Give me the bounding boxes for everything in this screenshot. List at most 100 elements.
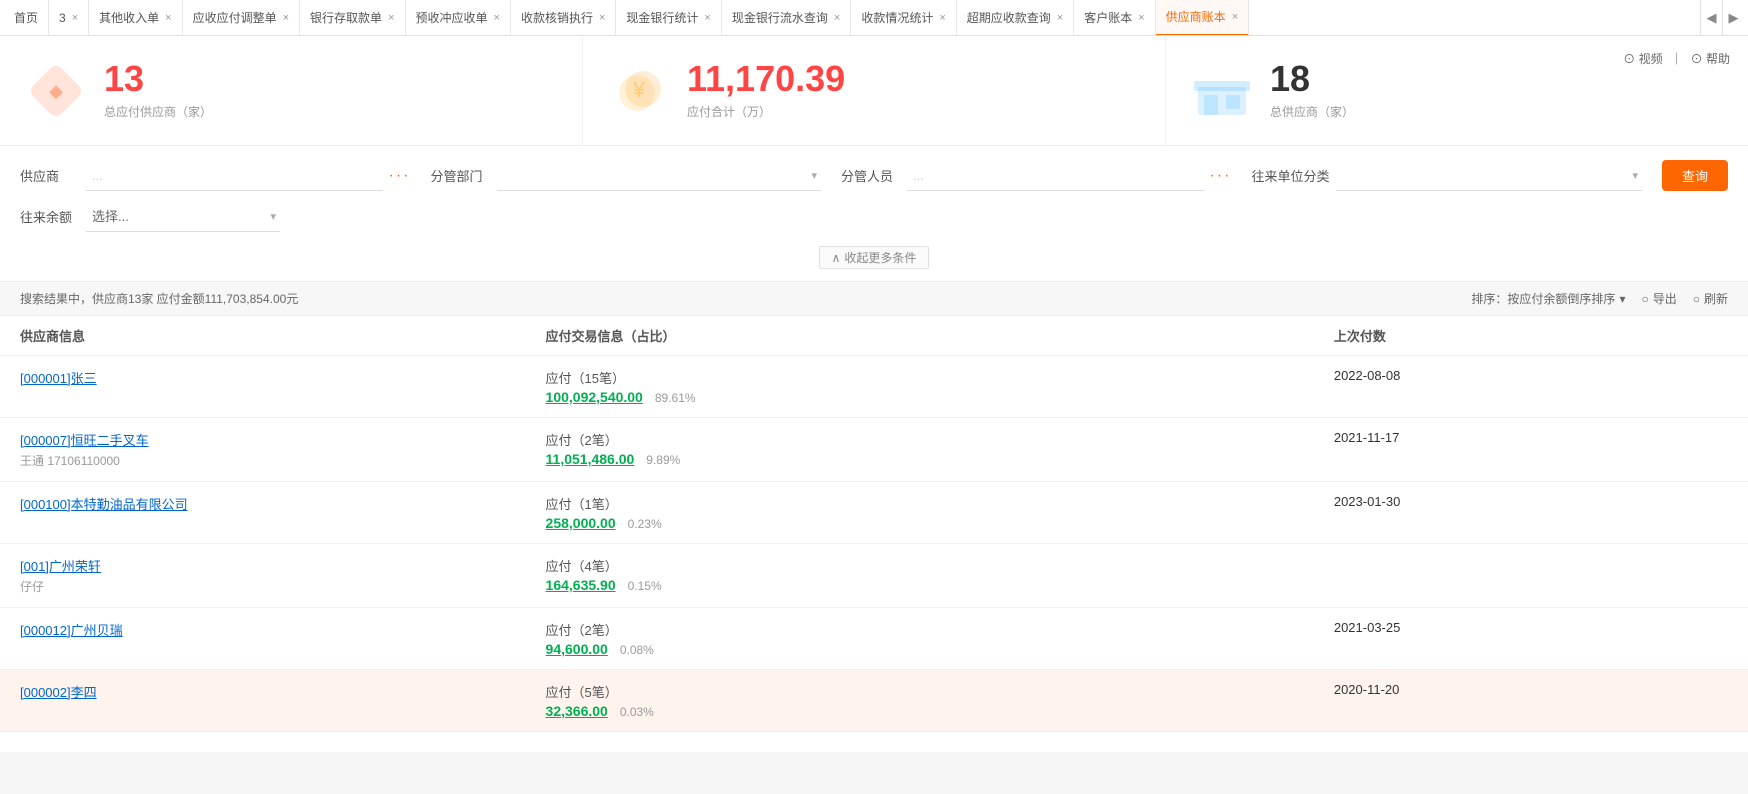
- trans-amount-5[interactable]: 94,600.00: [546, 641, 608, 657]
- nav-tab-3-label: 3: [59, 11, 66, 25]
- trans-amount-1[interactable]: 100,092,540.00: [546, 389, 643, 405]
- transaction-info-1: 应付（15笔） 100,092,540.00 89.61%: [546, 368, 1334, 405]
- refresh-button[interactable]: ○ 刷新: [1693, 290, 1728, 307]
- export-circle-icon: ○: [1641, 292, 1648, 306]
- filter-supplier: 供应商 ···: [20, 161, 411, 191]
- separator: ｜: [1671, 50, 1683, 67]
- filter-row-1: 供应商 ··· 分管部门 ▾ 分管人员 ··· 往来单位分类: [20, 160, 1728, 191]
- nav-tab-bank-close[interactable]: ×: [388, 12, 394, 24]
- last-pay-3: 2023-01-30: [1334, 494, 1728, 509]
- filter-category: 往来单位分类 ▾: [1252, 160, 1643, 191]
- supplier-link-3[interactable]: [000100]本特勤油品有限公司: [20, 494, 546, 513]
- video-link[interactable]: ⊙ 视频: [1623, 50, 1662, 67]
- nav-tab-cash-stat-close[interactable]: ×: [704, 12, 710, 24]
- table-area: 供应商信息 应付交易信息（占比） 上次付数 [000001]张三 应付（15笔）…: [0, 316, 1748, 752]
- coins-icon: ¥: [607, 59, 671, 123]
- nav-tab-supplier-book-close[interactable]: ×: [1232, 11, 1238, 23]
- filter-balance-select-wrapper: 选择... ▾: [86, 201, 280, 232]
- nav-tab-supplier-book[interactable]: 供应商账本 ×: [1156, 0, 1249, 36]
- nav-tab-overdue-recv[interactable]: 超期应收款查询 ×: [957, 0, 1074, 36]
- trans-amount-3[interactable]: 258,000.00: [546, 515, 616, 531]
- filter-category-select[interactable]: [1336, 160, 1642, 190]
- last-pay-2: 2021-11-17: [1334, 430, 1728, 445]
- sort-button[interactable]: 排序：按应付余额倒序排序 ▾: [1471, 290, 1625, 307]
- nav-tab-home[interactable]: 首页: [4, 0, 49, 36]
- trans-label-1: 应付（15笔）: [546, 368, 1334, 387]
- person-ellipsis[interactable]: ···: [1210, 167, 1232, 185]
- filter-supplier-input[interactable]: [86, 161, 383, 191]
- col-header-transaction: 应付交易信息（占比）: [546, 326, 1334, 345]
- table-row: [000007]恒旺二手叉车 王通 17106110000 应付（2笔） 11,…: [0, 418, 1748, 482]
- nav-arrow-left[interactable]: ◀: [1700, 0, 1722, 36]
- stat-number-total: 11,170.39: [687, 61, 845, 97]
- nav-tab-cash-flow-close[interactable]: ×: [834, 12, 840, 24]
- filter-balance-select[interactable]: 选择...: [86, 201, 280, 231]
- stat-card-all-suppliers: 18 总供应商（家） ⊙ 视频 ｜ ⊙ 帮助: [1166, 36, 1748, 145]
- search-button[interactable]: 查询: [1662, 160, 1728, 191]
- stat-card-total-payable: ¥ 11,170.39 应付合计（万）: [583, 36, 1166, 145]
- refresh-label: 刷新: [1704, 290, 1728, 307]
- col-header-supplier: 供应商信息: [20, 326, 546, 345]
- collapse-bar: ∧ 收起更多条件: [20, 242, 1728, 271]
- nav-tab-cash-stat[interactable]: 现金银行统计 ×: [616, 0, 721, 36]
- nav-tab-adjust-close[interactable]: ×: [283, 12, 289, 24]
- nav-tab-prepay-recv[interactable]: 预收冲应收单 ×: [406, 0, 511, 36]
- trans-label-5: 应付（2笔）: [546, 620, 1334, 639]
- nav-tab-recv-exec[interactable]: 收款核销执行 ×: [511, 0, 616, 36]
- sort-chevron-down-icon: ▾: [1619, 292, 1625, 306]
- nav-tab-cash-flow-label: 现金银行流水查询: [732, 9, 828, 26]
- trans-label-4: 应付（4笔）: [546, 556, 1334, 575]
- trans-amount-2[interactable]: 11,051,486.00: [546, 451, 635, 467]
- collapse-button[interactable]: ∧ 收起更多条件: [819, 246, 930, 269]
- filter-person: 分管人员 ···: [841, 161, 1232, 191]
- nav-arrow-right[interactable]: ▶: [1722, 0, 1744, 36]
- filter-balance: 往来余额 选择... ▾: [20, 201, 280, 232]
- nav-tab-other-income[interactable]: 其他收入单 ×: [89, 0, 182, 36]
- supplier-link-2[interactable]: [000007]恒旺二手叉车: [20, 430, 546, 449]
- supplier-link-5[interactable]: [000012]广州贝瑞: [20, 620, 546, 639]
- nav-tab-bank[interactable]: 银行存取款单 ×: [300, 0, 405, 36]
- stats-bar: ◆ 13 总应付供应商（家） ¥ 11,170.39 应付合计（万）: [0, 36, 1748, 146]
- nav-tab-overdue-recv-close[interactable]: ×: [1057, 12, 1063, 24]
- help-link[interactable]: ⊙ 帮助: [1691, 50, 1730, 67]
- supplier-sub-4: 仔仔: [20, 578, 546, 595]
- supplier-info-4: [001]广州荣轩 仔仔: [20, 556, 546, 595]
- export-button[interactable]: ○ 导出: [1641, 290, 1676, 307]
- nav-tab-recv-exec-close[interactable]: ×: [599, 12, 605, 24]
- nav-tab-cash-flow[interactable]: 现金银行流水查询 ×: [722, 0, 851, 36]
- filter-balance-label: 往来余额: [20, 207, 80, 226]
- last-pay-5: 2021-03-25: [1334, 620, 1728, 635]
- filter-person-input[interactable]: [907, 161, 1204, 191]
- nav-tab-3[interactable]: 3 ×: [49, 0, 89, 36]
- supplier-info-5: [000012]广州贝瑞: [20, 620, 546, 639]
- nav-tab-other-income-label: 其他收入单: [99, 9, 159, 26]
- nav-tab-3-close[interactable]: ×: [72, 12, 78, 24]
- nav-tab-other-income-close[interactable]: ×: [165, 12, 171, 24]
- stat-info-all: 18 总供应商（家）: [1270, 61, 1354, 120]
- nav-tab-recv-stat[interactable]: 收款情况统计 ×: [851, 0, 956, 36]
- nav-tab-adjust[interactable]: 应收应付调整单 ×: [183, 0, 300, 36]
- nav-tab-customer-book[interactable]: 客户账本 ×: [1074, 0, 1155, 36]
- supplier-info-1: [000001]张三: [20, 368, 546, 387]
- collapse-label: 收起更多条件: [844, 249, 916, 266]
- table-row: [001]广州荣轩 仔仔 应付（4笔） 164,635.90 0.15%: [0, 544, 1748, 608]
- trans-label-3: 应付（1笔）: [546, 494, 1334, 513]
- trans-amount-6[interactable]: 32,366.00: [546, 703, 608, 719]
- supplier-ellipsis[interactable]: ···: [389, 167, 411, 185]
- supplier-link-4[interactable]: [001]广州荣轩: [20, 556, 546, 575]
- filter-dept-select[interactable]: [497, 160, 822, 190]
- transaction-info-3: 应付（1笔） 258,000.00 0.23%: [546, 494, 1334, 531]
- result-info-text: 搜索结果中，供应商13家 应付金额111,703,854.00元: [20, 290, 298, 307]
- stat-number-all: 18: [1270, 61, 1354, 97]
- nav-tab-adjust-label: 应收应付调整单: [193, 9, 277, 26]
- filter-category-select-wrapper: ▾: [1336, 160, 1642, 191]
- supplier-link-6[interactable]: [000002]李四: [20, 682, 546, 701]
- nav-tab-prepay-recv-close[interactable]: ×: [494, 12, 500, 24]
- filter-row-2: 往来余额 选择... ▾: [20, 201, 280, 232]
- refresh-circle-icon: ○: [1693, 292, 1700, 306]
- stat-label-all: 总供应商（家）: [1270, 103, 1354, 120]
- supplier-link-1[interactable]: [000001]张三: [20, 368, 546, 387]
- trans-amount-4[interactable]: 164,635.90: [546, 577, 616, 593]
- nav-tab-customer-book-close[interactable]: ×: [1138, 12, 1144, 24]
- nav-tab-recv-stat-close[interactable]: ×: [939, 12, 945, 24]
